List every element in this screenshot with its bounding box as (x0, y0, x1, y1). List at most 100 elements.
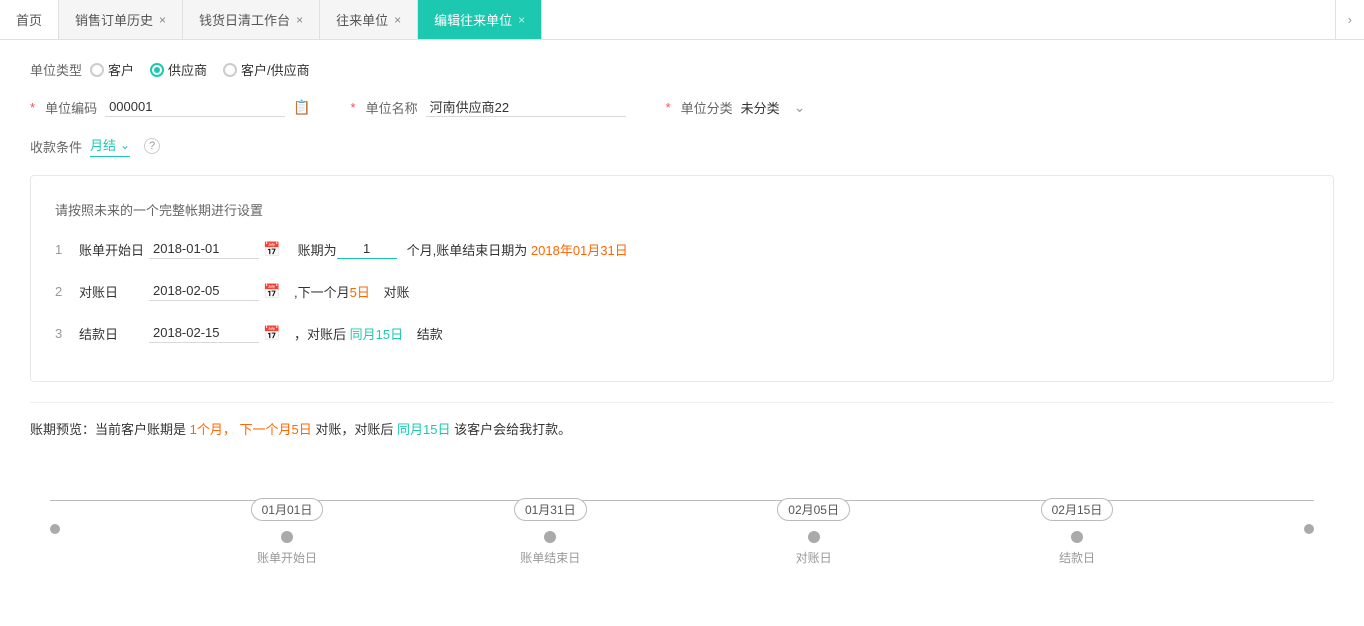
period-suffix-1a: 账期为 (290, 240, 336, 259)
period-date-input-2[interactable] (149, 281, 259, 301)
period-suffix-3b: 结款 (413, 324, 443, 343)
period-payment-highlight: 同月15日 (350, 324, 403, 343)
period-num-1: 1 (55, 242, 79, 257)
payment-terms-group: 收款条件 月结 ⌄ ? (30, 135, 160, 157)
unit-code-label: 单位编码 (45, 98, 97, 117)
radio-customer-label: 客户 (108, 60, 134, 79)
preview-suffix: 该客户会给我打款。 (454, 422, 571, 437)
period-suffix-1b: 个月,账单结束日期为 (407, 240, 531, 259)
unit-category-group: * 单位分类 未分类 ⌄ (666, 98, 806, 117)
payment-terms-help-icon[interactable]: ? (144, 138, 160, 154)
preview-text: 账期预览：当前客户账期是 1个月， 下一个月5日 对账，对账后 同月15日 该客… (30, 419, 1334, 438)
timeline-dot-3 (808, 531, 820, 543)
timeline-right-end (1304, 524, 1314, 534)
tab-edit-partner-label: 编辑往来单位 (434, 10, 512, 29)
timeline-node-3: 02月05日 对账日 (777, 498, 850, 566)
calendar-icon-3[interactable]: 📅 (263, 325, 280, 342)
timeline-label-3: 对账日 (796, 549, 832, 566)
tab-sales-history[interactable]: 销售订单历史 × (59, 0, 183, 39)
preview-part1: 1个月， (190, 422, 236, 437)
tab-sales-history-label: 销售订单历史 (75, 10, 153, 29)
period-month-input[interactable] (337, 239, 397, 259)
unit-name-star: * (351, 100, 356, 115)
timeline-label-2: 账单结束日 (520, 549, 580, 566)
tab-more-arrow[interactable]: › (1335, 0, 1364, 39)
unit-type-radios: 客户 供应商 客户/供应商 (90, 60, 310, 79)
timeline-left-end (50, 524, 60, 534)
preview-middle: 对账，对账后 (315, 422, 393, 437)
tab-partner-units-close[interactable]: × (394, 13, 401, 27)
preview-part3: 同月15日 (397, 422, 450, 437)
main-content: 单位类型 客户 供应商 客户/供应商 * 单位编码 (0, 40, 1364, 626)
unit-category-dropdown-icon[interactable]: ⌄ (794, 99, 806, 116)
radio-supplier-label: 供应商 (168, 60, 207, 79)
timeline-node-4: 02月15日 结款日 (1041, 498, 1114, 566)
period-label-1: 账单开始日 (79, 240, 149, 259)
section-instruction: 请按照未来的一个完整帐期进行设置 (55, 200, 1309, 219)
timeline-container: 01月01日 账单开始日 01月31日 账单结束日 02月05日 对账日 (30, 458, 1334, 606)
unit-name-label: 单位名称 (366, 98, 418, 117)
unit-type-row: 单位类型 客户 供应商 客户/供应商 (30, 60, 1334, 79)
period-section: 请按照未来的一个完整帐期进行设置 1 账单开始日 📅 账期为 个月,账单结束日期… (30, 175, 1334, 382)
timeline-dot-1 (281, 531, 293, 543)
tab-edit-partner[interactable]: 编辑往来单位 × (418, 0, 542, 39)
timeline-badge-4: 02月15日 (1041, 498, 1114, 521)
tab-cash-reconcile[interactable]: 钱货日清工作台 × (183, 0, 320, 39)
unit-details-row: * 单位编码 📋 * 单位名称 * 单位分类 未分类 ⌄ (30, 97, 1334, 117)
timeline-label-1: 账单开始日 (257, 549, 317, 566)
unit-name-group: * 单位名称 (351, 97, 626, 117)
radio-both[interactable]: 客户/供应商 (223, 60, 310, 79)
radio-customer[interactable]: 客户 (90, 60, 134, 79)
period-suffix-2b: 对账 (380, 282, 410, 301)
unit-code-group: * 单位编码 📋 (30, 97, 311, 117)
unit-code-input[interactable] (105, 97, 285, 117)
timeline-badge-3: 02月05日 (777, 498, 850, 521)
unit-type-label: 单位类型 (30, 60, 82, 79)
radio-both-label: 客户/供应商 (241, 60, 310, 79)
unit-category-star: * (666, 100, 671, 115)
preview-part2: 下一个月5日 (240, 422, 312, 437)
payment-terms-arrow: ⌄ (120, 138, 130, 152)
radio-supplier[interactable]: 供应商 (150, 60, 207, 79)
unit-code-icon[interactable]: 📋 (293, 99, 310, 116)
tab-home[interactable]: 首页 (0, 0, 59, 39)
preview-prefix: 账期预览：当前客户账期是 (30, 422, 186, 437)
radio-customer-circle (90, 63, 104, 77)
period-reconcile-highlight: 5日 (350, 282, 370, 301)
radio-both-circle (223, 63, 237, 77)
period-suffix-2a: ,下一个月 (290, 282, 349, 301)
tab-cash-reconcile-close[interactable]: × (296, 13, 303, 27)
timeline-right-dot (1304, 524, 1314, 534)
period-num-3: 3 (55, 326, 79, 341)
payment-terms-value: 月结 (90, 135, 116, 154)
period-end-date-highlight: 2018年01月31日 (531, 240, 628, 259)
period-date-input-3[interactable] (149, 323, 259, 343)
calendar-icon-2[interactable]: 📅 (263, 283, 280, 300)
timeline-badge-2: 01月31日 (514, 498, 587, 521)
tab-cash-reconcile-label: 钱货日清工作台 (199, 10, 290, 29)
payment-terms-select[interactable]: 月结 ⌄ (90, 135, 130, 157)
unit-code-star: * (30, 100, 35, 115)
period-label-3: 结款日 (79, 324, 149, 343)
payment-terms-label: 收款条件 (30, 137, 82, 156)
tab-bar: 首页 销售订单历史 × 钱货日清工作台 × 往来单位 × 编辑往来单位 × › (0, 0, 1364, 40)
period-date-input-1[interactable] (149, 239, 259, 259)
timeline-badge-1: 01月01日 (251, 498, 324, 521)
timeline-label-4: 结款日 (1059, 549, 1095, 566)
tab-sales-history-close[interactable]: × (159, 13, 166, 27)
unit-name-input[interactable] (426, 97, 626, 117)
period-suffix-3a: ，对账后 (290, 324, 349, 343)
calendar-icon-1[interactable]: 📅 (263, 241, 280, 258)
period-row-1: 1 账单开始日 📅 账期为 个月,账单结束日期为 2018年01月31日 (55, 239, 1309, 259)
timeline-dot-4 (1071, 531, 1083, 543)
timeline-nodes: 01月01日 账单开始日 01月31日 账单结束日 02月05日 对账日 (50, 488, 1314, 566)
tab-home-label: 首页 (16, 10, 42, 29)
timeline-dot-2 (544, 531, 556, 543)
tab-partner-units[interactable]: 往来单位 × (320, 0, 418, 39)
tab-partner-units-label: 往来单位 (336, 10, 388, 29)
period-row-3: 3 结款日 📅 ，对账后 同月15日 结款 (55, 323, 1309, 343)
period-row-2: 2 对账日 📅 ,下一个月 5日 对账 (55, 281, 1309, 301)
timeline-left-dot (50, 524, 60, 534)
tab-edit-partner-close[interactable]: × (518, 13, 525, 27)
radio-supplier-circle (150, 63, 164, 77)
